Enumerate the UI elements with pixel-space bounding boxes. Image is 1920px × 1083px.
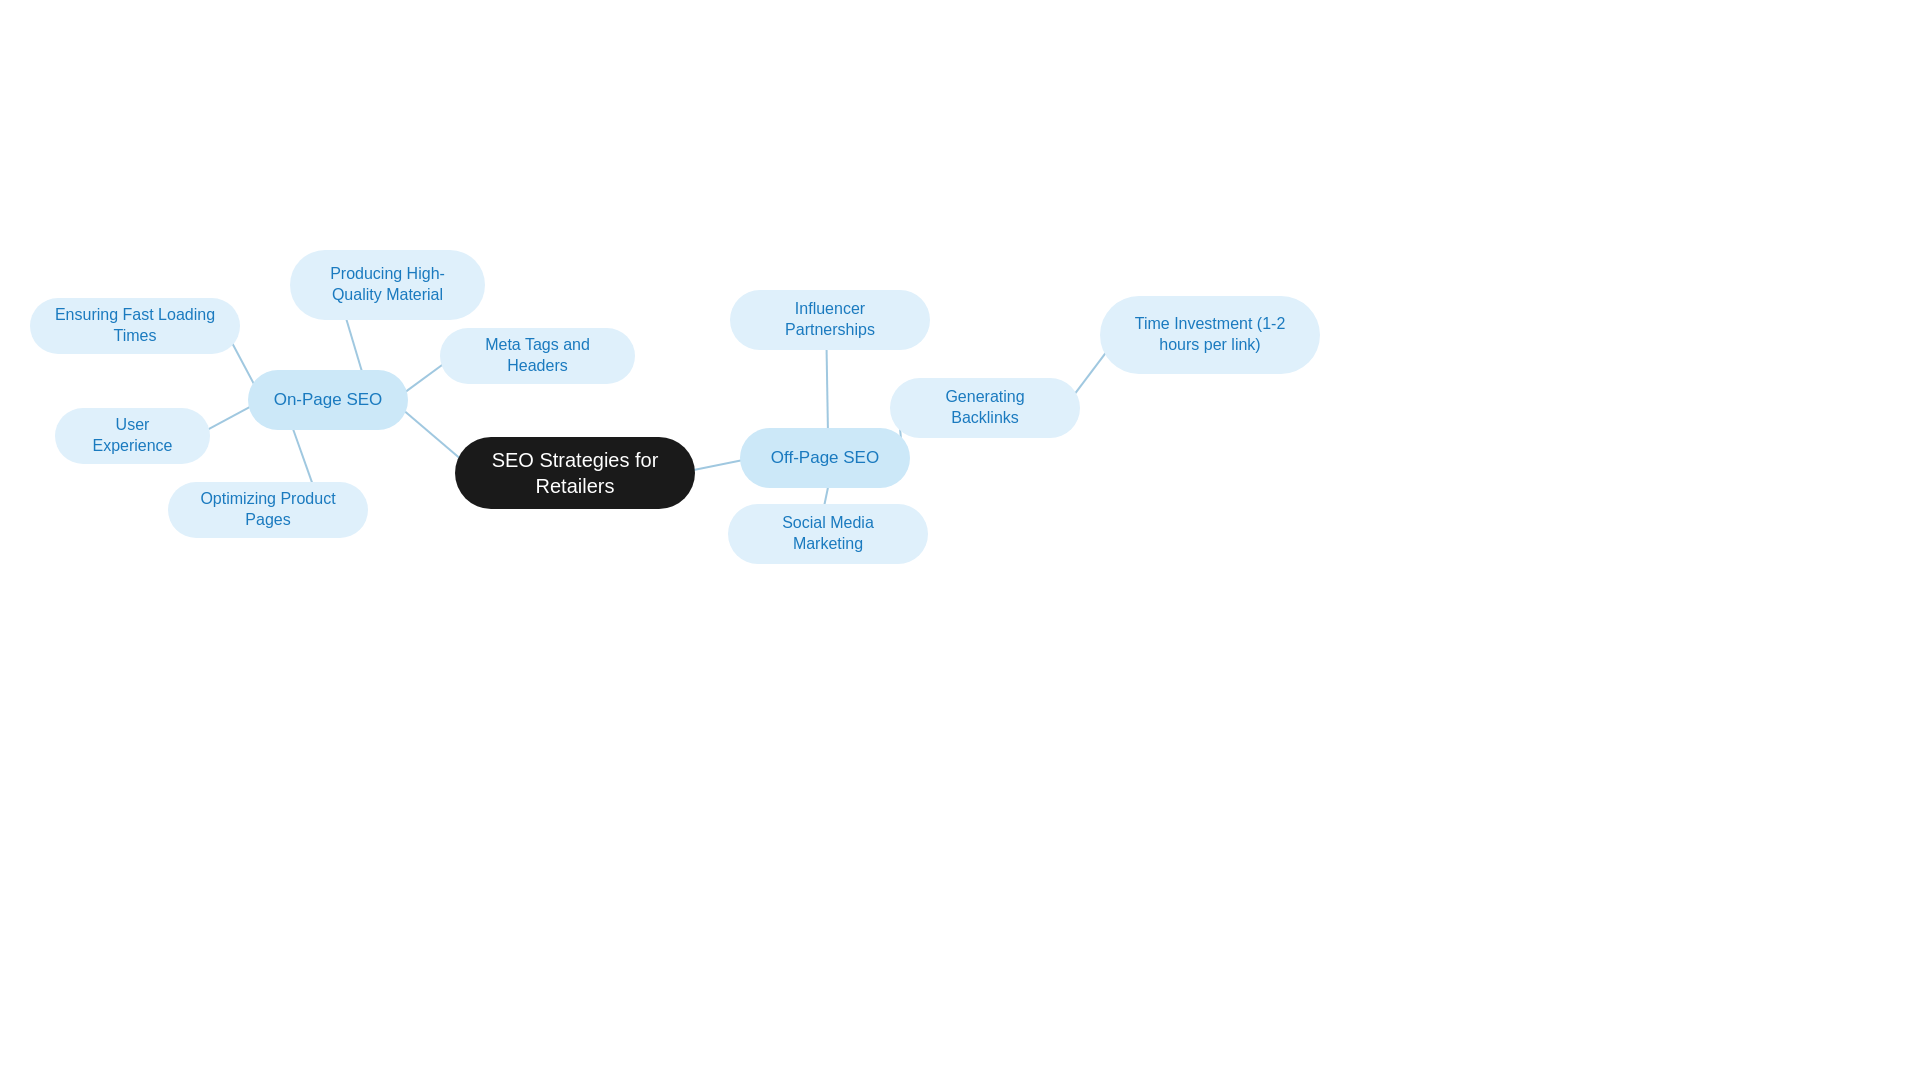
svg-line-5 (205, 405, 253, 431)
svg-line-2 (345, 315, 363, 375)
svg-line-1 (689, 460, 745, 471)
leaf-influencer-partnerships[interactable]: Influencer Partnerships (730, 290, 930, 350)
leaf-meta-tags[interactable]: Meta Tags and Headers (440, 328, 635, 384)
svg-line-7 (827, 348, 828, 429)
leaf-user-experience[interactable]: User Experience (55, 408, 210, 464)
leaf-time-investment[interactable]: Time Investment (1-2 hours per link) (1100, 296, 1320, 374)
leaf-optimizing-product[interactable]: Optimizing Product Pages (168, 482, 368, 538)
svg-line-9 (824, 486, 828, 505)
svg-line-3 (402, 361, 446, 394)
branch-offpage-seo[interactable]: Off-Page SEO (740, 428, 910, 488)
leaf-producing-material[interactable]: Producing High-Quality Material (290, 250, 485, 320)
center-node[interactable]: SEO Strategies for Retailers (455, 437, 695, 509)
svg-line-0 (401, 408, 466, 463)
leaf-social-media[interactable]: Social Media Marketing (728, 504, 928, 564)
branch-onpage-seo[interactable]: On-Page SEO (248, 370, 408, 430)
svg-line-6 (292, 425, 314, 487)
leaf-generating-backlinks[interactable]: Generating Backlinks (890, 378, 1080, 438)
leaf-fast-loading[interactable]: Ensuring Fast Loading Times (30, 298, 240, 354)
